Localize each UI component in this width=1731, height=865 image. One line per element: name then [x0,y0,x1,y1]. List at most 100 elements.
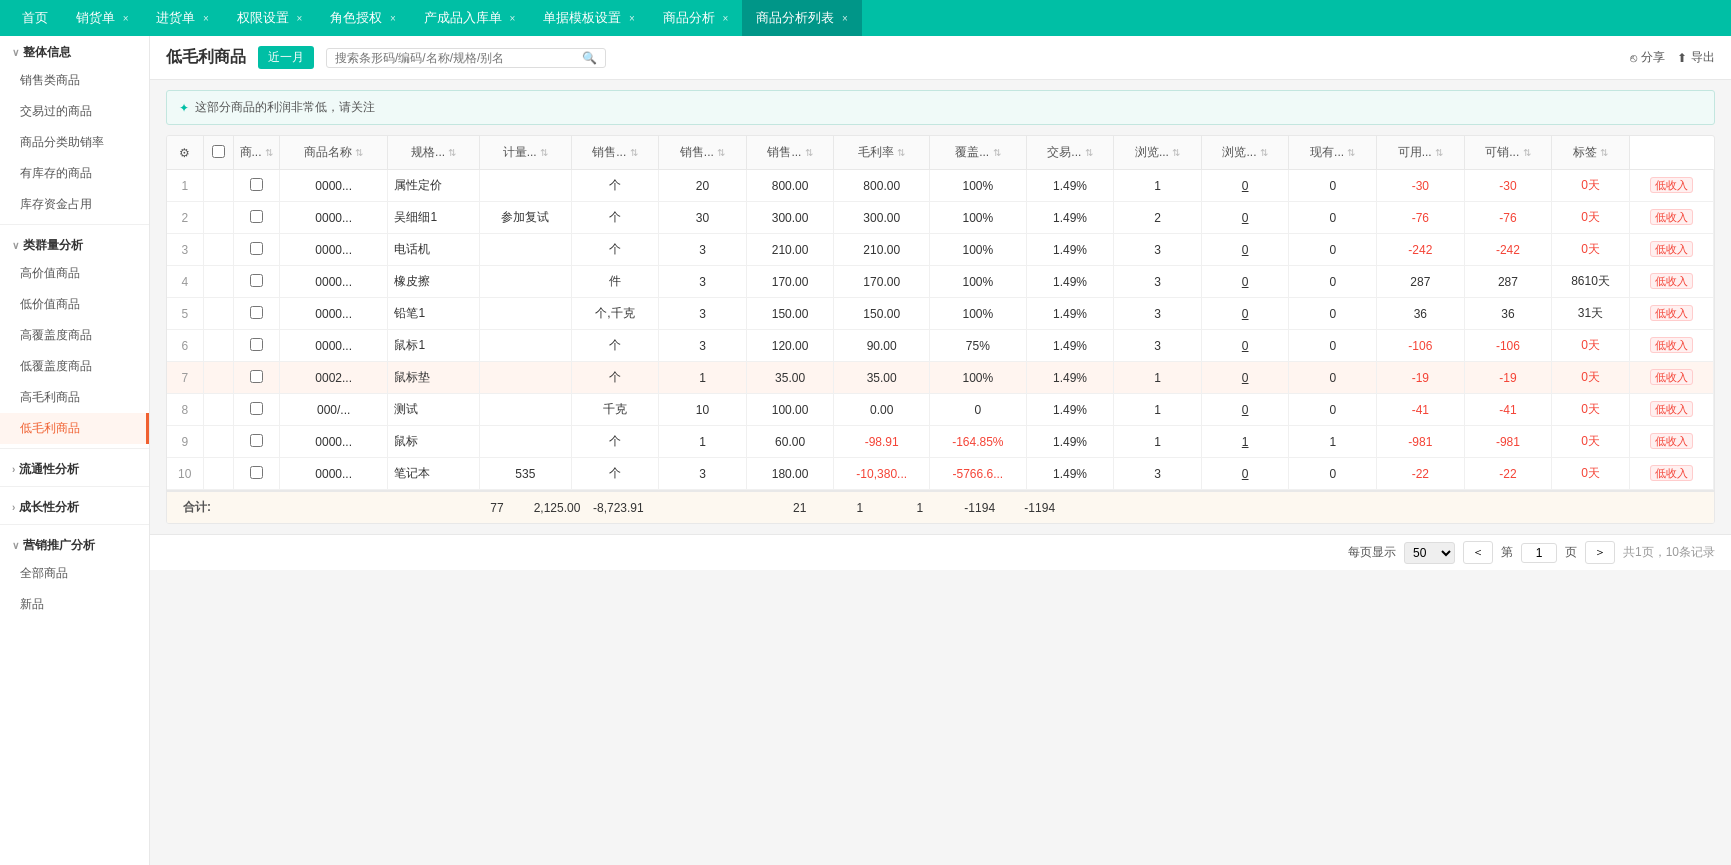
close-product-inbound-icon[interactable]: × [510,13,516,24]
name-column-header[interactable]: 商品名称 ⇅ [279,136,388,170]
row-browse1[interactable]: 1 [1201,426,1289,458]
close-template-icon[interactable]: × [629,13,635,24]
code-column-header[interactable]: 商... ⇅ [233,136,279,170]
nav-purchase-order[interactable]: 进货单 × [142,0,222,36]
sidebar-item-high-coverage[interactable]: 高覆盖度商品 [0,320,149,351]
sidebar-divider-1 [0,224,149,225]
row-checkbox[interactable] [250,210,263,223]
close-purchase-icon[interactable]: × [203,13,209,24]
tag-column-header[interactable]: 标签 ⇅ [1552,136,1630,170]
row-sales-profit: -98.91 [834,426,930,458]
nav-analysis-list[interactable]: 商品分析列表 × [742,0,861,36]
browse1-link[interactable]: 0 [1242,467,1249,481]
row-browse1[interactable]: 0 [1201,298,1289,330]
sidebar-group-cluster[interactable]: ∨ 类群量分析 [0,229,149,258]
settings-column-header[interactable]: ⚙ [167,136,203,170]
browse1-link[interactable]: 0 [1242,275,1249,289]
coverage-column-header[interactable]: 覆盖... ⇅ [930,136,1027,170]
close-analysis-icon[interactable]: × [722,13,728,24]
browse1-link[interactable]: 0 [1242,339,1249,353]
sidebar-item-high-margin[interactable]: 高毛利商品 [0,382,149,413]
sidebar-item-all-goods[interactable]: 全部商品 [0,558,149,589]
row-checkbox[interactable] [250,338,263,351]
browse1-link[interactable]: 0 [1242,403,1249,417]
nav-sales-order[interactable]: 销货单 × [62,0,142,36]
row-browse1[interactable]: 0 [1201,234,1289,266]
row-sales-count: 10 [659,394,747,426]
nav-template-settings[interactable]: 单据模板设置 × [529,0,648,36]
row-checkbox[interactable] [250,306,263,319]
search-icon[interactable]: 🔍 [582,51,597,65]
row-checkbox[interactable] [250,466,263,479]
nav-permissions[interactable]: 权限设置 × [223,0,316,36]
close-permissions-icon[interactable]: × [297,13,303,24]
row-checkbox[interactable] [250,402,263,415]
prev-page-button[interactable]: ＜ [1463,541,1493,564]
row-available: 36 [1464,298,1552,330]
available-column-header[interactable]: 可用... ⇅ [1377,136,1465,170]
current-stock-column-header[interactable]: 现有... ⇅ [1289,136,1377,170]
row-checkbox[interactable] [250,242,263,255]
sidebar-group-growth[interactable]: › 成长性分析 [0,491,149,520]
checkbox-column-header[interactable] [203,136,233,170]
close-role-auth-icon[interactable]: × [390,13,396,24]
sidebar-item-sales-goods[interactable]: 销售类商品 [0,65,149,96]
next-page-button[interactable]: ＞ [1585,541,1615,564]
sellable-column-header[interactable]: 可销... ⇅ [1464,136,1552,170]
sidebar-group-marketing[interactable]: ∨ 营销推广分析 [0,529,149,558]
browse1-link[interactable]: 0 [1242,371,1249,385]
trade-column-header[interactable]: 交易... ⇅ [1026,136,1114,170]
row-trade: 1 [1114,170,1202,202]
sidebar-item-high-value[interactable]: 高价值商品 [0,258,149,289]
nav-home[interactable]: 首页 [8,0,62,36]
browse2-column-header[interactable]: 浏览... ⇅ [1201,136,1289,170]
time-filter-button[interactable]: 近一月 [258,46,314,69]
sidebar-group-overall[interactable]: ∨ 整体信息 [0,36,149,65]
browse1-link[interactable]: 0 [1242,179,1249,193]
row-sales-profit: 150.00 [834,298,930,330]
close-analysis-list-icon[interactable]: × [842,13,848,24]
settings-icon[interactable]: ⚙ [179,146,190,160]
row-checkbox[interactable] [250,274,263,287]
sidebar-item-new-goods[interactable]: 新品 [0,589,149,620]
sidebar-group-circulation[interactable]: › 流通性分析 [0,453,149,482]
row-checkbox[interactable] [250,370,263,383]
search-input[interactable] [335,51,582,65]
browse1-link[interactable]: 0 [1242,211,1249,225]
browse1-link[interactable]: 0 [1242,307,1249,321]
share-button[interactable]: ⎋ 分享 [1630,49,1665,66]
sidebar-item-traded-goods[interactable]: 交易过的商品 [0,96,149,127]
sidebar-item-stock-goods[interactable]: 有库存的商品 [0,158,149,189]
browse1-column-header[interactable]: 浏览... ⇅ [1114,136,1202,170]
sales-count-column-header[interactable]: 销售... ⇅ [571,136,659,170]
row-checkbox[interactable] [250,434,263,447]
row-browse1[interactable]: 0 [1201,330,1289,362]
page-size-select[interactable]: 50 20 100 [1404,542,1455,564]
sales-amount-column-header[interactable]: 销售... ⇅ [659,136,747,170]
unit-column-header[interactable]: 计量... ⇅ [480,136,572,170]
row-browse1[interactable]: 0 [1201,394,1289,426]
row-checkbox[interactable] [250,178,263,191]
export-button[interactable]: ⬆ 导出 [1677,49,1715,66]
nav-product-analysis[interactable]: 商品分析 × [649,0,742,36]
row-browse1[interactable]: 0 [1201,266,1289,298]
sidebar-item-low-coverage[interactable]: 低覆盖度商品 [0,351,149,382]
browse1-link[interactable]: 0 [1242,243,1249,257]
page-number-input[interactable] [1521,543,1557,563]
nav-product-inbound[interactable]: 产成品入库单 × [410,0,529,36]
browse1-link[interactable]: 1 [1242,435,1249,449]
sidebar-item-low-margin[interactable]: 低毛利商品 [0,413,149,444]
sidebar-item-stock-capital[interactable]: 库存资金占用 [0,189,149,220]
sales-profit-column-header[interactable]: 销售... ⇅ [746,136,834,170]
sidebar-item-low-value[interactable]: 低价值商品 [0,289,149,320]
sidebar-item-category-rate[interactable]: 商品分类助销率 [0,127,149,158]
row-browse1[interactable]: 0 [1201,458,1289,490]
row-browse1[interactable]: 0 [1201,362,1289,394]
gross-margin-column-header[interactable]: 毛利率 ⇅ [834,136,930,170]
row-browse1[interactable]: 0 [1201,202,1289,234]
nav-role-auth[interactable]: 角色授权 × [316,0,409,36]
spec-column-header[interactable]: 规格... ⇅ [388,136,480,170]
row-browse1[interactable]: 0 [1201,170,1289,202]
select-all-checkbox[interactable] [212,145,225,158]
close-sales-order-icon[interactable]: × [123,13,129,24]
